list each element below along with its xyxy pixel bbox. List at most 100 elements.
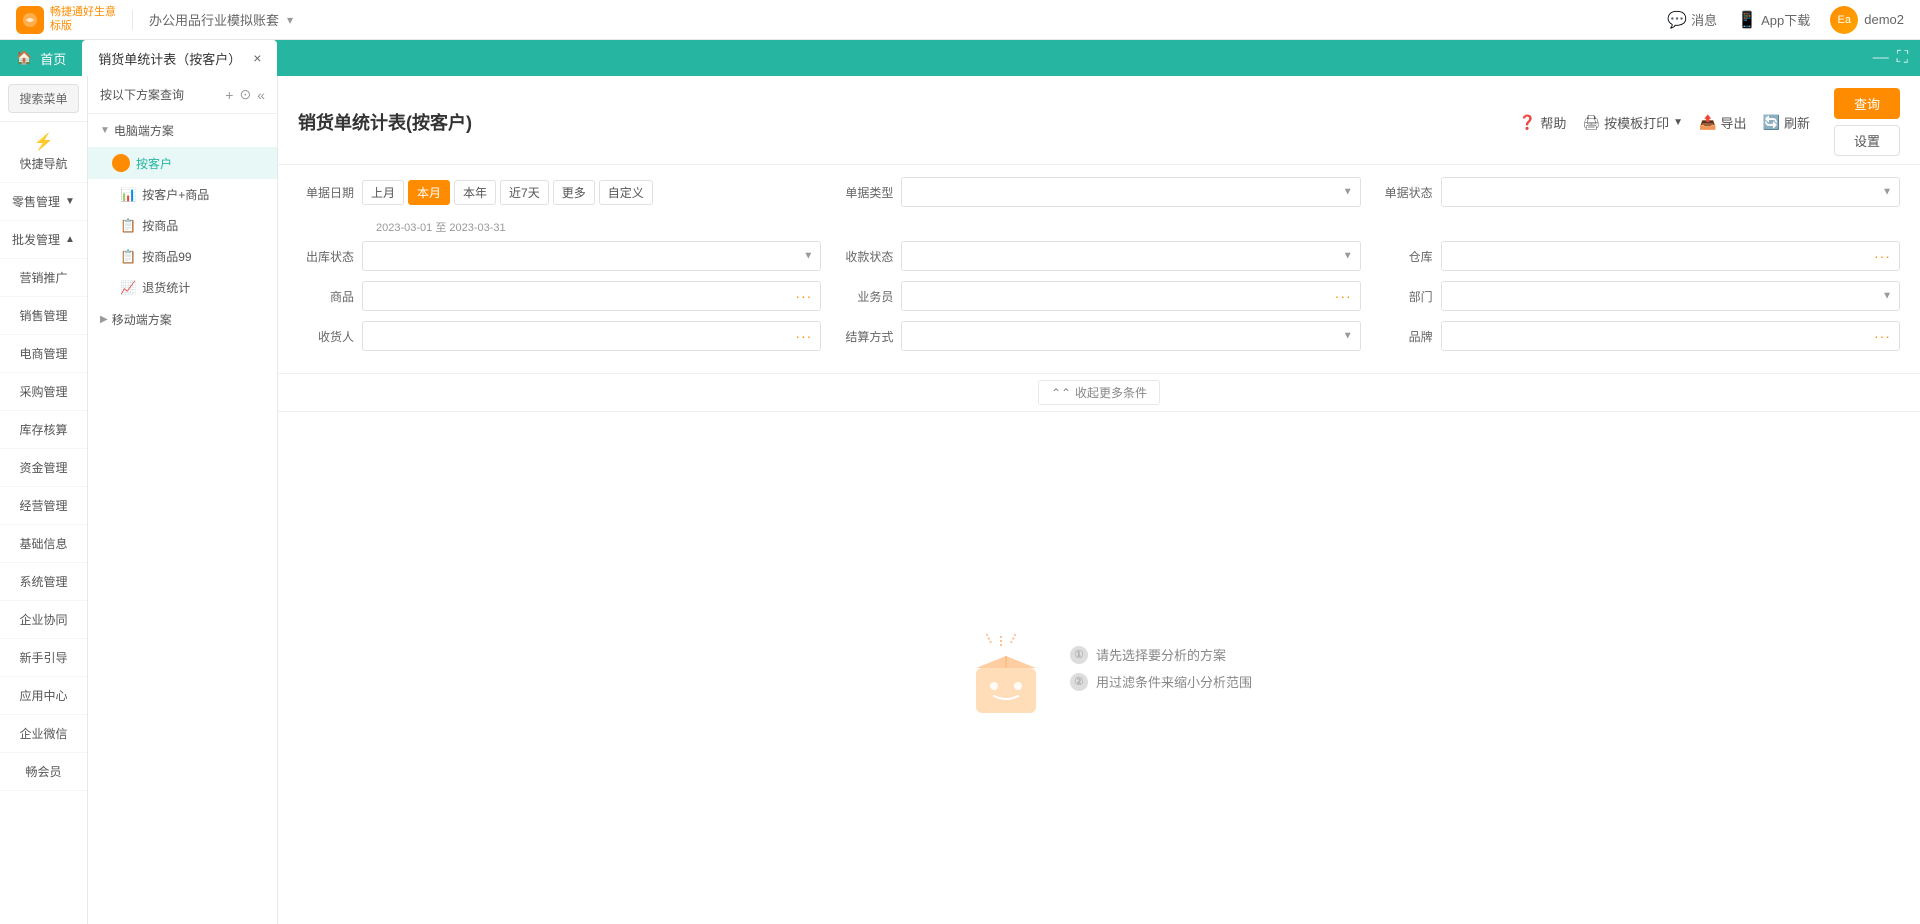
sidebar-item-member[interactable]: 畅会员 [0, 753, 87, 791]
warehouse-dots-input[interactable]: ··· [1441, 241, 1900, 271]
filter-row-4: 收货人 ··· 结算方式 ▼ [298, 321, 1900, 351]
sidebar-item-sales[interactable]: 销售管理 [0, 297, 87, 335]
scheme-header: 按以下方案查询 + ⊙ « [88, 76, 277, 114]
edit-scheme-icon[interactable]: ⊙ [239, 86, 251, 103]
export-button[interactable]: 📤 导出 [1699, 113, 1746, 132]
tab-expand-icon[interactable]: ⛶ [1897, 49, 1908, 67]
department-control[interactable]: ▼ [1441, 281, 1900, 311]
bill-status-control[interactable]: ▼ [1441, 177, 1900, 207]
help-button[interactable]: ❓ 帮助 [1519, 113, 1566, 132]
header-dropdown[interactable]: ▾ [287, 13, 293, 27]
sidebar-item-system[interactable]: 系统管理 [0, 563, 87, 601]
user-action[interactable]: Ea demo2 [1830, 6, 1904, 34]
message-icon: 💬 [1667, 10, 1687, 30]
salesman-control[interactable]: ··· [901, 281, 1360, 311]
sidebar-item-finance[interactable]: 资金管理 [0, 449, 87, 487]
chart2-icon: 📈 [120, 280, 136, 296]
filter-out-status: 出库状态 ▼ [298, 241, 821, 271]
tab-current[interactable]: 销货单统计表（按客户） × [82, 40, 277, 76]
receipt-status-label: 收款状态 [837, 248, 893, 265]
tip-num-1: ① [1070, 646, 1088, 664]
goods-dots-input[interactable]: ··· [362, 281, 821, 311]
message-action[interactable]: 💬 消息 [1667, 10, 1717, 30]
scheme-group-mobile: ▶ 移动端方案 [88, 303, 277, 336]
form-area: 销货单统计表(按客户) ❓ 帮助 🖨 按模板打印 ▼ 📤 导出 [278, 76, 1920, 924]
search-menu-button[interactable]: 搜索菜单 [8, 84, 79, 113]
settlement-select[interactable] [901, 321, 1360, 351]
warehouse-control[interactable]: ··· [1441, 241, 1900, 271]
scheme-group-desktop-title[interactable]: ▼ 电脑端方案 [88, 114, 277, 147]
bill-status-select[interactable] [1441, 177, 1900, 207]
main-layout: 搜索菜单 ⚡ 快捷导航 零售管理 ▼ 批发管理 ▲ 营销推广 销售管理 电商管理… [0, 76, 1920, 924]
sidebar-item-enterprise[interactable]: 企业协同 [0, 601, 87, 639]
sidebar-item-purchase[interactable]: 采购管理 [0, 373, 87, 411]
tab-home[interactable]: 🏠 首页 [0, 40, 82, 76]
logo-area: 畅捷通好生意 标版 [16, 6, 116, 34]
out-status-control[interactable]: ▼ [362, 241, 821, 271]
date-btn-custom[interactable]: 自定义 [599, 180, 653, 205]
goods-control[interactable]: ··· [362, 281, 821, 311]
receiver-dots-input[interactable]: ··· [362, 321, 821, 351]
date-btn-this-month[interactable]: 本月 [408, 180, 450, 205]
tip-num-2: ② [1070, 673, 1088, 691]
bill-type-control[interactable]: ▼ [901, 177, 1360, 207]
date-btn-this-year[interactable]: 本年 [454, 180, 496, 205]
receipt-status-control[interactable]: ▼ [901, 241, 1360, 271]
date-btn-more[interactable]: 更多 [553, 180, 595, 205]
brand-dots-icon: ··· [1874, 328, 1891, 344]
chart-icon: 📊 [120, 187, 136, 203]
empty-tip-2: ② 用过滤条件来缩小分析范围 [1070, 672, 1252, 691]
brand-control[interactable]: ··· [1441, 321, 1900, 351]
empty-tips: ① 请先选择要分析的方案 ② 用过滤条件来缩小分析范围 [1070, 645, 1252, 691]
receipt-status-select[interactable] [901, 241, 1360, 271]
sidebar-item-operation[interactable]: 经营管理 [0, 487, 87, 525]
collapse-scheme-icon[interactable]: « [257, 87, 265, 103]
collapse-button[interactable]: ⌃⌃ 收起更多条件 [1038, 380, 1160, 405]
query-buttons: 查询 设置 [1834, 88, 1900, 156]
bill-type-label: 单据类型 [837, 184, 893, 201]
sidebar-item-appcenter[interactable]: 应用中心 [0, 677, 87, 715]
sidebar-item-wechat[interactable]: 企业微信 [0, 715, 87, 753]
settings-button[interactable]: 设置 [1834, 125, 1900, 156]
salesman-dots-input[interactable]: ··· [901, 281, 1360, 311]
header-right: 💬 消息 📱 App下载 Ea demo2 [1667, 6, 1904, 34]
scheme-item-return[interactable]: 📈 退货统计 [88, 272, 277, 303]
query-button[interactable]: 查询 [1834, 88, 1900, 119]
scheme-item-goods99[interactable]: 📋 按商品99 [88, 241, 277, 272]
sidebar-item-basic[interactable]: 基础信息 [0, 525, 87, 563]
date-btn-last-month[interactable]: 上月 [362, 180, 404, 205]
refresh-button[interactable]: 🔄 刷新 [1763, 113, 1810, 132]
scheme-group-mobile-title[interactable]: ▶ 移动端方案 [88, 303, 277, 336]
sidebar-item-retail[interactable]: 零售管理 ▼ [0, 183, 87, 221]
sidebar-item-ecommerce[interactable]: 电商管理 [0, 335, 87, 373]
scheme-item-customer[interactable]: 户 按客户 [88, 147, 277, 179]
tab-minimize-icon[interactable]: — [1873, 49, 1889, 67]
scheme-item-goods[interactable]: 📋 按商品 [88, 210, 277, 241]
sidebar-item-newguide[interactable]: 新手引导 [0, 639, 87, 677]
header-title: 办公用品行业模拟账套 [149, 10, 279, 29]
brand-dots-input[interactable]: ··· [1441, 321, 1900, 351]
home-icon: 🏠 [16, 50, 32, 66]
sidebar-item-wholesale[interactable]: 批发管理 ▲ [0, 221, 87, 259]
app-download-action[interactable]: 📱 App下载 [1737, 10, 1810, 30]
logo-text: 畅捷通好生意 标版 [50, 6, 116, 32]
settlement-control[interactable]: ▼ [901, 321, 1360, 351]
add-scheme-icon[interactable]: + [225, 87, 233, 103]
bill-type-select[interactable] [901, 177, 1360, 207]
receiver-control[interactable]: ··· [362, 321, 821, 351]
sidebar-item-shortcut[interactable]: ⚡ 快捷导航 [0, 122, 87, 183]
template-print-button[interactable]: 🖨 按模板打印 ▼ [1582, 113, 1683, 132]
logo-icon [16, 6, 44, 34]
department-select[interactable] [1441, 281, 1900, 311]
download-icon: 📱 [1737, 10, 1757, 30]
sidebar-item-marketing[interactable]: 营销推广 [0, 259, 87, 297]
out-status-select[interactable] [362, 241, 821, 271]
settlement-label: 结算方式 [837, 328, 893, 345]
table2-icon: 📋 [120, 249, 136, 265]
sidebar-item-inventory[interactable]: 库存核算 [0, 411, 87, 449]
date-quick-buttons: 上月 本月 本年 近7天 更多 自定义 [362, 180, 821, 205]
filter-date: 单据日期 上月 本月 本年 近7天 更多 自定义 [298, 177, 821, 207]
scheme-item-customer-goods[interactable]: 📊 按客户+商品 [88, 179, 277, 210]
date-btn-7days[interactable]: 近7天 [500, 180, 549, 205]
tab-close-icon[interactable]: × [253, 50, 261, 66]
